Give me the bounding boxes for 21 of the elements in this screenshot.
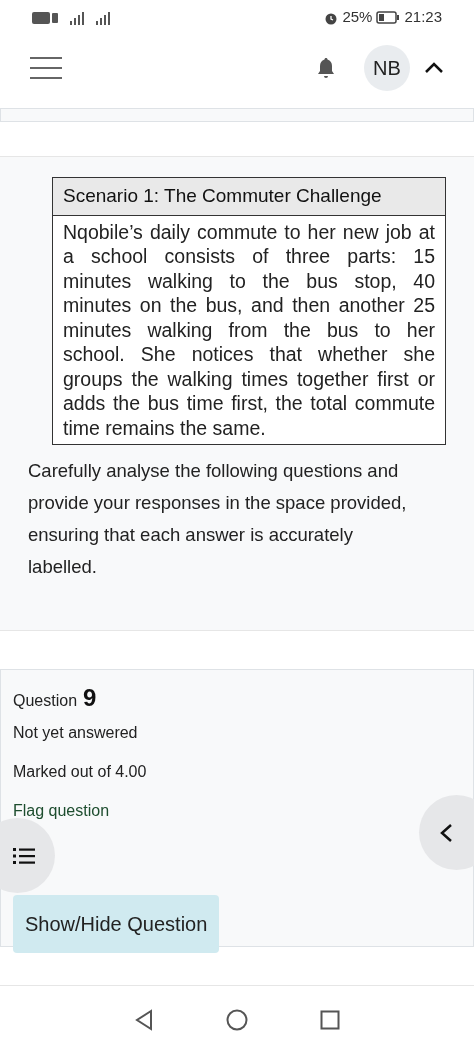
caret-icon[interactable] [424, 61, 444, 74]
menu-button[interactable] [30, 56, 62, 79]
clock-time: 21:23 [404, 7, 442, 28]
flag-question-link[interactable]: Flag question [13, 799, 110, 823]
battery-icon [376, 11, 401, 24]
bell-icon[interactable] [316, 56, 336, 79]
chevron-left-icon [439, 822, 453, 843]
question-marks: Marked out of 4.00 [13, 762, 148, 782]
list-icon [13, 846, 35, 865]
home-icon[interactable] [226, 1008, 248, 1031]
table-header-cell: Scenario 1: The Commuter Challenge [53, 178, 445, 216]
show-hide-question-button[interactable]: Show/Hide Question [13, 895, 220, 953]
question-label: Question [13, 691, 78, 711]
instructions-text: Carefully analyse the following questions and provide your responses in the space provided, ensuring that each answer is accurately labelled. [28, 459, 408, 579]
question-number: 9 [83, 683, 97, 713]
question-status: Not yet answered [13, 723, 139, 743]
table-cell-text: Nqobile’s daily commute to her new job at a school consists of three parts: 15 minutes walking to the bus stop, 40 minutes on the bus, and then another 25 minutes walking from the bus to her school. She notices that whether she groups the walking times together first or adds the bus time first, the total commute time remains the same. [62, 219, 436, 441]
back-icon[interactable] [134, 1008, 154, 1031]
recents-icon[interactable] [320, 1009, 340, 1030]
user-avatar[interactable]: NB [364, 44, 410, 91]
battery-percent: 25% [342, 7, 373, 28]
